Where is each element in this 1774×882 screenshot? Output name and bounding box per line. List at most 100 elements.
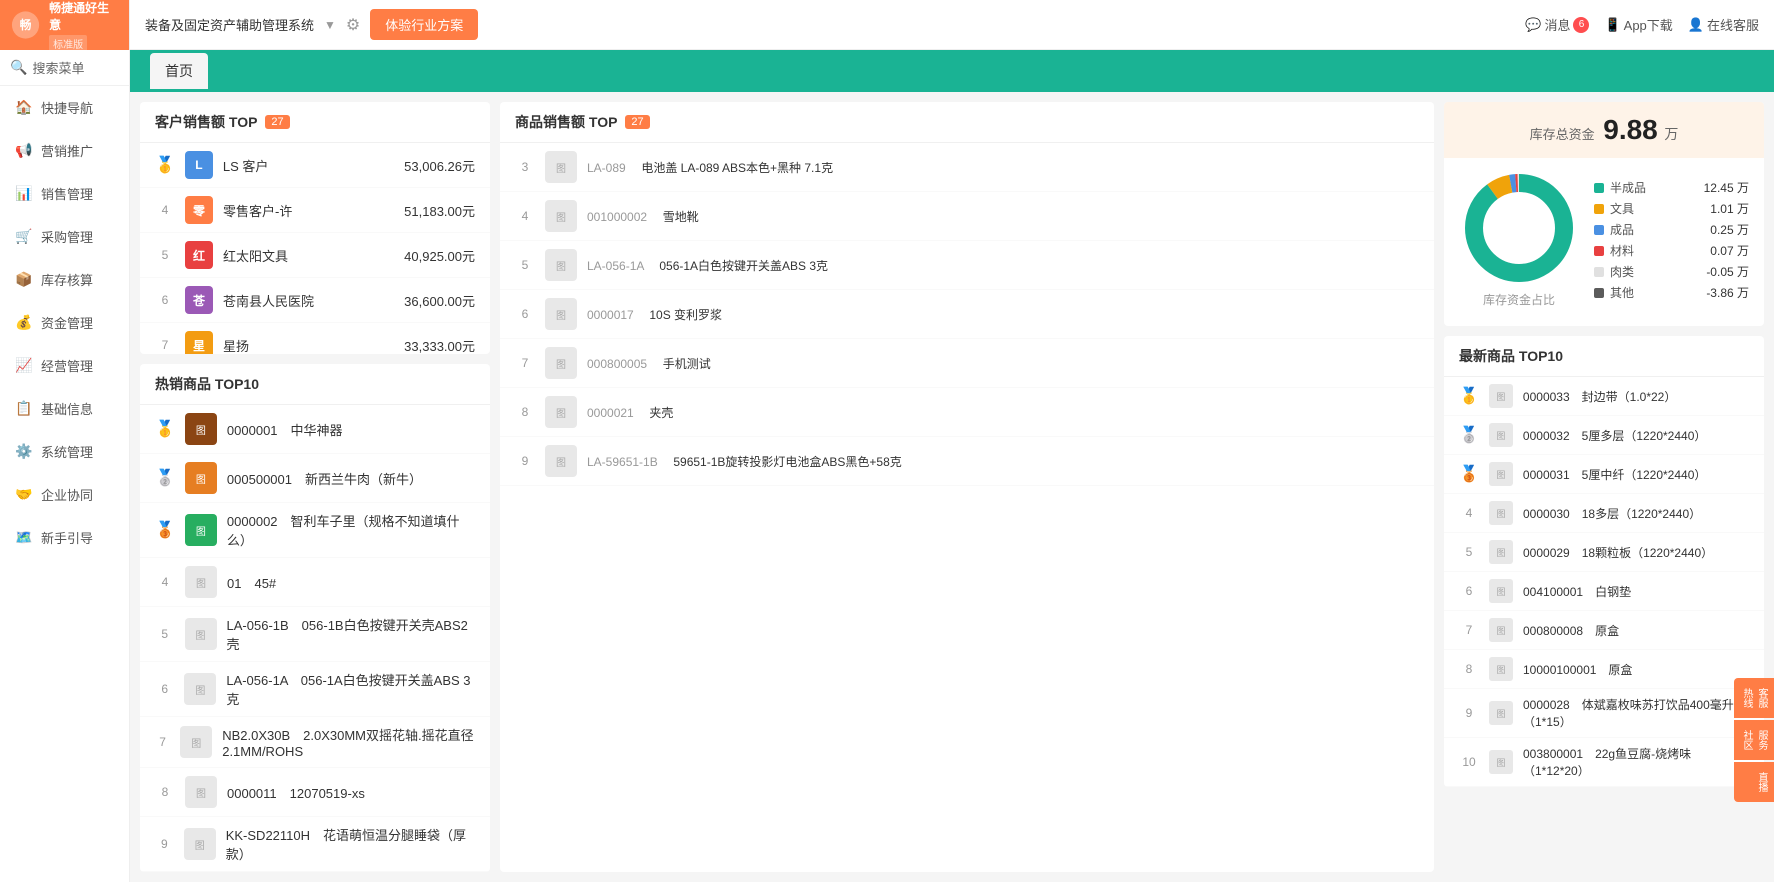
breadcrumb-bar: 首页 [130,50,1774,92]
inventory-unit: 万 [1664,126,1678,142]
rank-amount-4: 51,183.00元 [404,201,475,220]
hot-product-8: 8 图 0000011 12070519-xs [140,768,490,817]
new-product-info-7: 000800008 原盒 [1523,622,1749,639]
rank-name-7: 星扬 [223,336,394,355]
new-product-img-10: 图 [1489,750,1513,774]
header-right: 💬 消息 6 📱 App下载 👤 在线客服 [1525,15,1759,34]
sidebar-item-shortcuts[interactable]: 🏠 快捷导航 [0,86,129,129]
hot-product-info-5: LA-056-1B 056-1B白色按键开关壳ABS2壳 [227,615,475,653]
hot-product-6: 6 图 LA-056-1A 056-1A白色按键开关盖ABS 3克 [140,662,490,717]
search-label: 搜索菜单 [32,58,84,77]
goods-info-7: 000800005 手机测试 [587,355,1419,372]
new-rank-medal-3: 🥉 [1459,464,1479,484]
hot-rank-num-9: 9 [155,837,174,851]
sidebar-item-purchase[interactable]: 🛒 采购管理 [0,215,129,258]
legend-item-5: 其他 -3.86 万 [1594,284,1749,301]
message-badge: 6 [1573,17,1589,33]
sidebar-item-system[interactable]: ⚙️ 系统管理 [0,430,129,473]
sidebar-item-inventory[interactable]: 📦 库存核算 [0,258,129,301]
sidebar-item-marketing[interactable]: 📢 营销推广 [0,129,129,172]
avatar-1: L [185,151,213,179]
rank-medal-1: 🥇 [155,155,175,175]
sidebar-item-sales[interactable]: 📊 销售管理 [0,172,129,215]
enterprise-icon: 🤝 [15,486,33,504]
goods-rank-7: 7 图 000800005 手机测试 [500,339,1434,388]
message-icon: 💬 [1525,17,1541,33]
goods-rank-8: 8 图 0000021 夹壳 [500,388,1434,437]
sidebar-item-guide[interactable]: 🗺️ 新手引导 [0,516,129,559]
dropdown-icon[interactable]: ▼ [324,18,336,32]
inventory-chart-area: 库存资金占比 半成品 12.45 万 文具 1.01 万 [1444,158,1764,326]
hot-product-img-1: 图 [185,413,217,445]
legend-dot-2 [1594,225,1604,235]
content-area: 客户销售额 TOP 27 🥇 L LS 客户 53,006.26元 4 零 [130,92,1774,882]
hot-product-3: 🥉 图 0000002 智利车子里（规格不知道填什么） [140,503,490,558]
hot-product-info-8: 0000011 12070519-xs [227,783,365,802]
system-name: 装备及固定资产辅助管理系统 [145,15,314,34]
new-rank-5: 5 [1459,545,1479,559]
rank-num-7: 7 [155,338,175,352]
logo-area: 畅 畅捷通好生意 标准版 [0,0,129,50]
sidebar-item-operations[interactable]: 📈 经营管理 [0,344,129,387]
rank-num-4: 4 [155,203,175,217]
newest-products-title: 最新商品 TOP10 [1459,346,1563,366]
basic-info-icon: 📋 [15,400,33,418]
hot-product-img-9: 图 [184,828,216,860]
rank-num-6: 6 [155,293,175,307]
sidebar-nav: 🏠 快捷导航 📢 营销推广 📊 销售管理 🛒 采购管理 📦 库存核算 💰 资金管… [0,86,129,882]
goods-rank-3: 3 图 LA-089 电池盖 LA-089 ABS本色+黑种 7.1克 [500,143,1434,192]
new-product-9: 9 图 0000028 体斌嘉枚味苏打饮品400毫升（1*15） [1444,689,1764,738]
rank-amount-1: 53,006.26元 [404,156,475,175]
new-rank-6: 6 [1459,584,1479,598]
new-product-info-9: 0000028 体斌嘉枚味苏打饮品400毫升（1*15） [1523,696,1749,730]
inventory-header: 库存总资金 9.88 万 [1444,102,1764,158]
new-product-6: 6 图 004100001 白钢垫 [1444,572,1764,611]
legend-dot-5 [1594,288,1604,298]
goods-img-5: 图 [545,249,577,281]
new-product-info-2: 0000032 5厘多层（1220*2440） [1523,427,1749,444]
settings-icon[interactable]: ⚙ [346,15,360,35]
sidebar-item-enterprise[interactable]: 🤝 企业协同 [0,473,129,516]
service-hotline-btn[interactable]: 客服热线 [1734,678,1774,718]
new-product-10: 10 图 003800001 22g鱼豆腐-烧烤味（1*12*20） [1444,738,1764,787]
hot-rank-medal-3: 🥉 [155,520,175,540]
hot-product-info-3: 0000002 智利车子里（规格不知道填什么） [227,511,475,549]
app-download-btn[interactable]: 📱 App下载 [1604,15,1672,34]
hot-product-5: 5 图 LA-056-1B 056-1B白色按键开关壳ABS2壳 [140,607,490,662]
goods-rank-header: 商品销售额 TOP 27 [500,102,1434,143]
inventory-panel: 库存总资金 9.88 万 [1444,102,1764,326]
legend-label-3: 材料 [1610,242,1704,259]
breadcrumb-home[interactable]: 首页 [150,53,208,89]
goods-img-9: 图 [545,445,577,477]
goods-info-4: 001000002 雪地靴 [587,208,1419,225]
service-community-btn[interactable]: 服务社区 [1734,720,1774,760]
trial-button[interactable]: 体验行业方案 [370,9,478,40]
finance-icon: 💰 [15,314,33,332]
hot-product-img-6: 图 [184,673,216,705]
nav-label-marketing: 营销推广 [41,141,93,160]
new-product-img-5: 图 [1489,540,1513,564]
legend-label-2: 成品 [1610,221,1704,238]
rank-item-4: 4 零 零售客户-许 51,183.00元 [140,188,490,233]
hot-product-info-4: 01 45# [227,573,276,592]
search-menu[interactable]: 🔍 搜索菜单 [0,50,129,86]
sidebar-item-finance[interactable]: 💰 资金管理 [0,301,129,344]
hot-product-info-1: 0000001 中华神器 [227,420,343,439]
service-live-btn[interactable]: 直播 [1734,762,1774,802]
new-product-info-5: 0000029 18颗粒板（1220*2440） [1523,544,1749,561]
rank-amount-5: 40,925.00元 [404,246,475,265]
svg-text:畅: 畅 [20,18,32,32]
legend-label-0: 半成品 [1610,179,1698,196]
breadcrumb-home-label: 首页 [165,63,193,79]
logo-icon: 畅 [10,9,41,41]
right-panel: 库存总资金 9.88 万 [1444,102,1764,872]
hot-product-img-2: 图 [185,462,217,494]
new-product-img-6: 图 [1489,579,1513,603]
messages-btn[interactable]: 💬 消息 6 [1525,15,1589,34]
online-service-btn[interactable]: 👤 在线客服 [1688,15,1759,34]
sidebar-item-basic-info[interactable]: 📋 基础信息 [0,387,129,430]
new-product-img-8: 图 [1489,657,1513,681]
avatar-7: 星 [185,331,213,354]
new-product-img-1: 图 [1489,384,1513,408]
rank-name-5: 红太阳文具 [223,246,394,265]
